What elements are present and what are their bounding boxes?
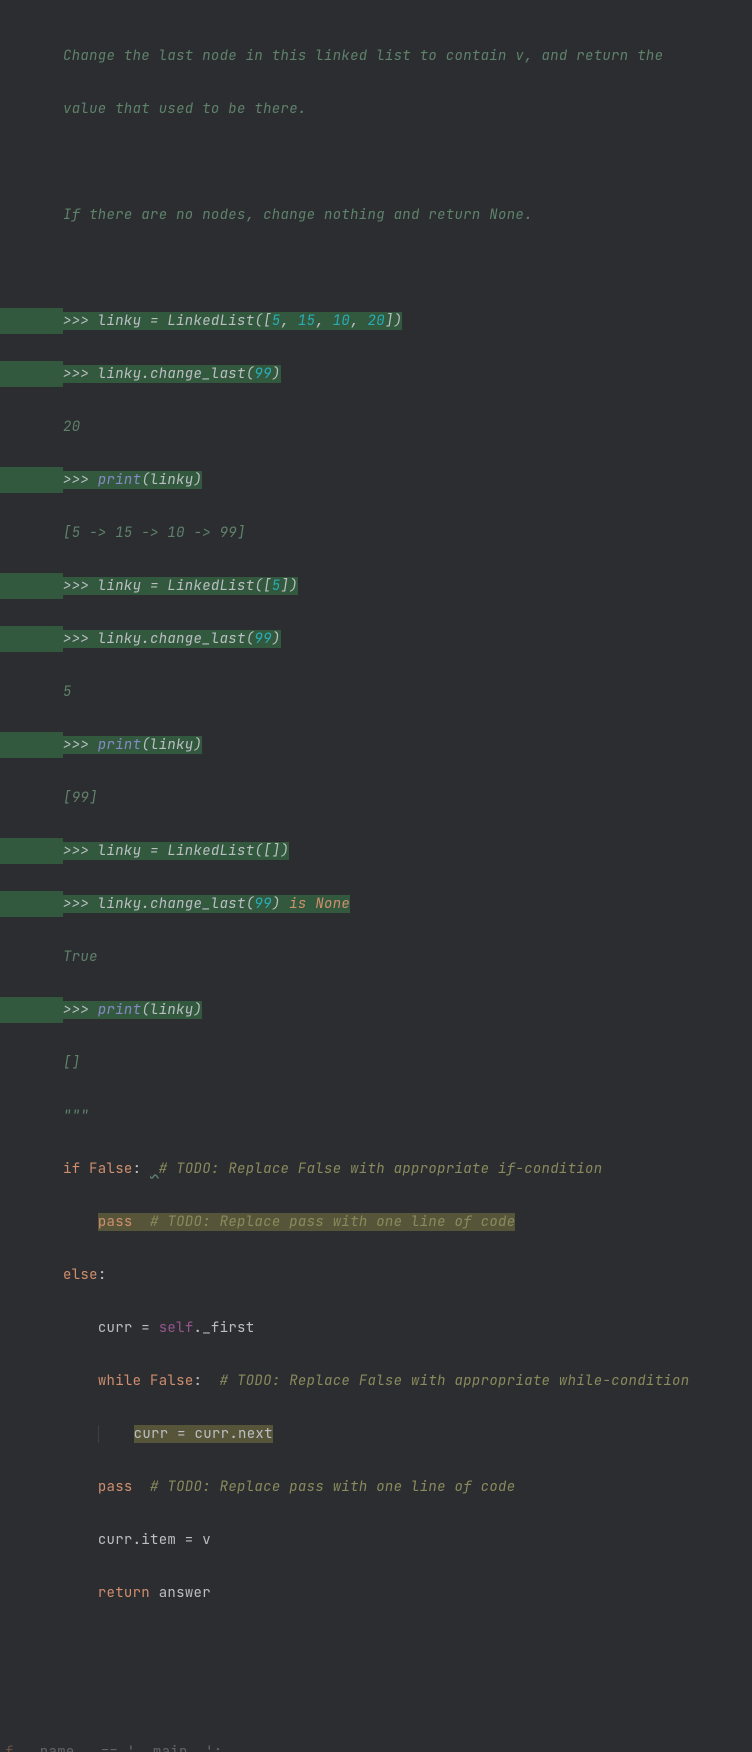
- doctest-line: >>> print(linky): [63, 736, 202, 754]
- code-line: pass # TODO: Replace pass with one line …: [0, 1209, 752, 1236]
- doctest-output: [99]: [63, 789, 98, 807]
- docstring-line: value that used to be there.: [63, 100, 307, 118]
- doctest-line: >>> linky.change_last(99): [63, 630, 281, 648]
- code-line: return answer: [0, 1580, 752, 1607]
- code-editor[interactable]: Change the last node in this linked list…: [0, 0, 752, 1752]
- code-line-partial: f __name__ == '__main__':: [0, 1739, 752, 1752]
- code-line: pass # TODO: Replace pass with one line …: [0, 1474, 752, 1501]
- doctest-output: True: [63, 948, 98, 966]
- code-line: if False: # TODO: Replace False with app…: [0, 1156, 752, 1183]
- doctest-output: 20: [63, 418, 80, 436]
- docstring-line: Change the last node in this linked list…: [63, 47, 663, 65]
- doctest-output: [5 -> 15 -> 10 -> 99]: [63, 524, 246, 542]
- doctest-line: >>> print(linky): [63, 1001, 202, 1019]
- docstring-end: """: [63, 1107, 89, 1125]
- doctest-line: >>> linky = LinkedList([]): [63, 842, 289, 860]
- code-line: curr.item = v: [0, 1527, 752, 1554]
- code-line: while False: # TODO: Replace False with …: [0, 1368, 752, 1395]
- doctest-line: >>> linky = LinkedList([5, 15, 10, 20]): [63, 312, 402, 330]
- doctest-line: >>> linky = LinkedList([5]): [63, 577, 298, 595]
- doctest-output: 5: [63, 683, 72, 701]
- doctest-line: >>> print(linky): [63, 471, 202, 489]
- code-line: curr = curr.next: [0, 1421, 752, 1448]
- docstring-line: If there are no nodes, change nothing an…: [63, 206, 533, 224]
- code-line: curr = self._first: [0, 1315, 752, 1342]
- doctest-line: >>> linky.change_last(99): [63, 365, 281, 383]
- doctest-output: []: [63, 1054, 80, 1072]
- code-line: else:: [0, 1262, 752, 1289]
- doctest-line: >>> linky.change_last(99) is None: [63, 895, 350, 913]
